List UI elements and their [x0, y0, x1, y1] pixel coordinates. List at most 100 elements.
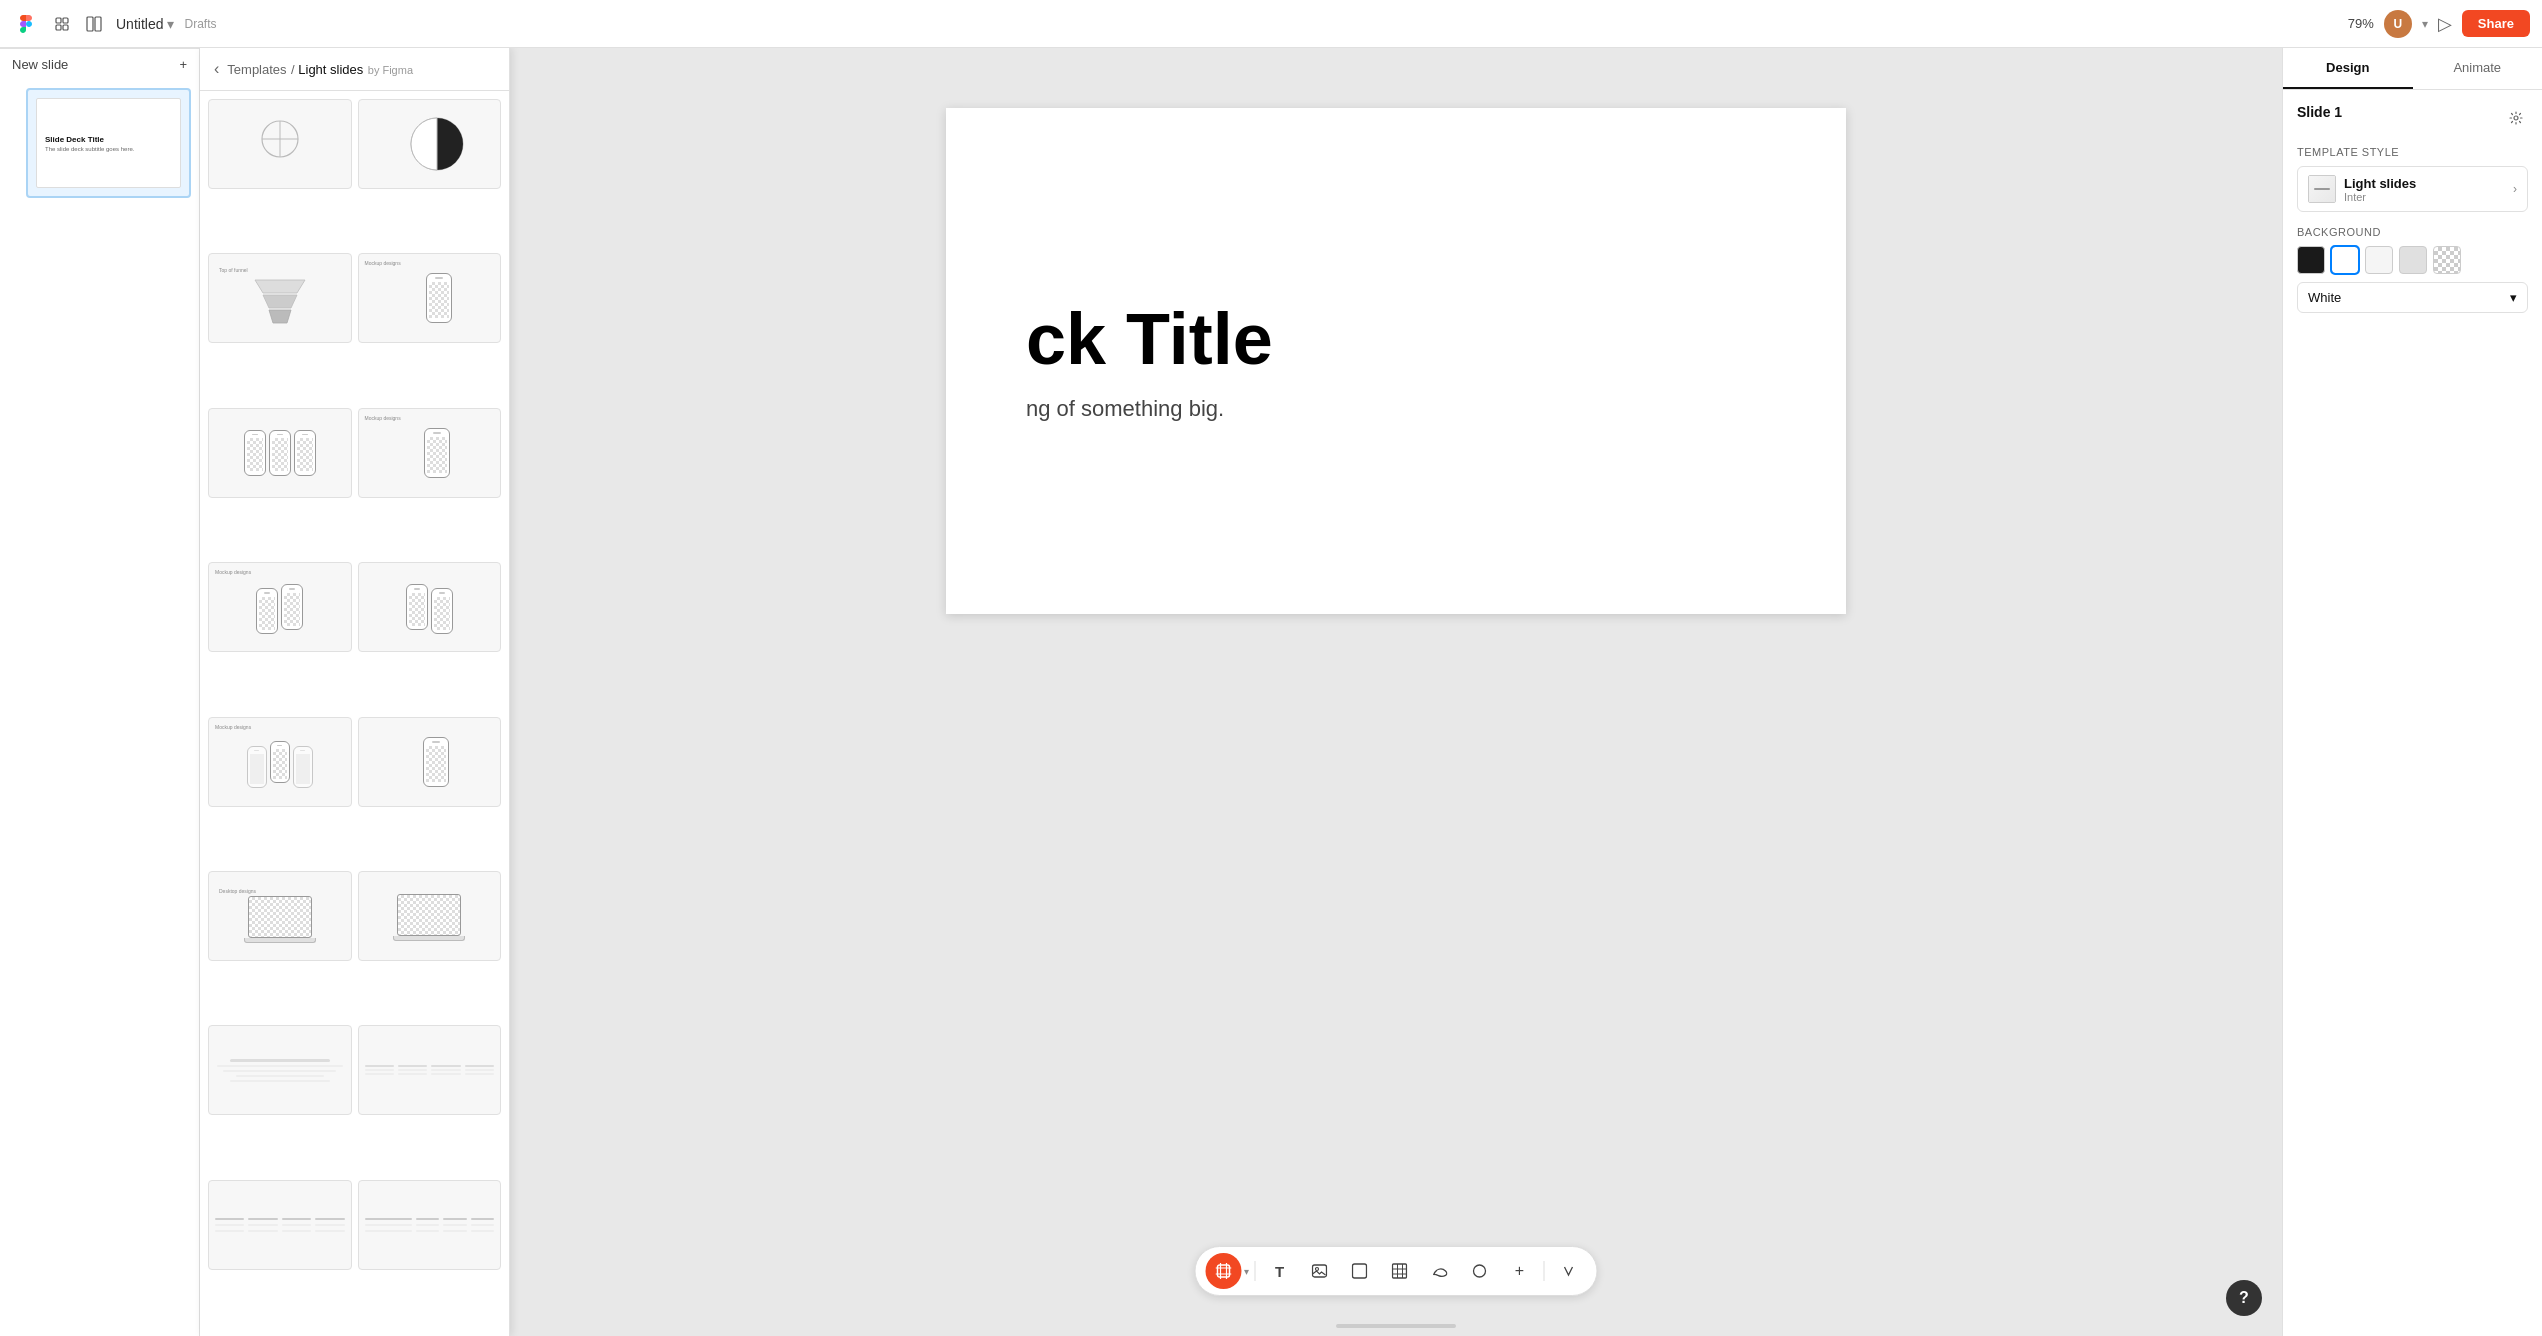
slide-canvas[interactable]: ck Title ng of something big. — [946, 108, 1846, 614]
tmpl-circle-half — [359, 100, 501, 188]
tmpl-phone-single: Mockup designs — [359, 254, 501, 342]
templates-grid: Top of funnel Mockup designs — [200, 91, 509, 1336]
template-item[interactable]: Desktop designs — [208, 871, 352, 961]
template-item[interactable] — [358, 871, 502, 961]
template-name: Light slides — [2344, 176, 2505, 191]
slide-thumbnail[interactable]: Slide Deck Title The slide deck subtitle… — [26, 88, 191, 198]
toolbar-separator-2 — [1544, 1261, 1545, 1281]
template-item[interactable]: Mockup designs — [358, 253, 502, 343]
avatar-chevron[interactable]: ▾ — [2422, 17, 2428, 31]
breadcrumb-current: Light slides — [298, 62, 363, 77]
tmpl-laptop-v2 — [359, 872, 501, 960]
background-value: White — [2308, 290, 2341, 305]
slide-subtitle: ng of something big. — [1026, 396, 1273, 422]
image-tool-button[interactable] — [1302, 1253, 1338, 1289]
template-item[interactable]: Mockup designs — [208, 562, 352, 652]
share-button[interactable]: Share — [2462, 10, 2530, 37]
template-style-selector[interactable]: Light slides Inter › — [2297, 166, 2528, 212]
template-item[interactable] — [358, 99, 502, 189]
template-item[interactable] — [208, 1025, 352, 1115]
back-button[interactable]: ‹ — [214, 60, 219, 78]
tmpl-two-phones: Mockup designs — [209, 563, 351, 651]
bg-swatch-custom[interactable] — [2433, 246, 2461, 274]
template-item[interactable] — [208, 99, 352, 189]
svg-marker-11 — [263, 295, 297, 308]
pen-tool-button[interactable] — [1422, 1253, 1458, 1289]
slide-content: ck Title ng of something big. — [1026, 300, 1273, 421]
tmpl-funnel: Top of funnel — [209, 254, 351, 342]
slide-section-label: Slide 1 — [2297, 104, 2342, 120]
svg-rect-21 — [1393, 1264, 1407, 1278]
file-location: Drafts — [184, 17, 216, 31]
frame-tool-button[interactable] — [1206, 1253, 1242, 1289]
template-chevron-icon: › — [2513, 182, 2517, 196]
tmpl-three-phones-v2: Mockup designs — [209, 718, 351, 806]
template-item[interactable] — [358, 1180, 502, 1270]
bg-swatch-white[interactable] — [2331, 246, 2359, 274]
right-panel-body: Slide 1 Template style Light slide — [2283, 90, 2542, 1336]
grid-icon[interactable] — [80, 10, 108, 38]
tmpl-phone-right: Mockup designs — [359, 409, 501, 497]
tab-design[interactable]: Design — [2283, 48, 2413, 89]
background-swatches — [2297, 246, 2528, 274]
add-element-button[interactable]: + — [1502, 1253, 1538, 1289]
template-style-section-label: Template style — [2297, 146, 2528, 158]
tmpl-data-multi — [359, 1181, 501, 1269]
help-button[interactable]: ? — [2226, 1280, 2262, 1316]
templates-author: by Figma — [368, 64, 413, 76]
right-panel-tabs: Design Animate — [2283, 48, 2542, 90]
background-dropdown[interactable]: White ▾ — [2297, 282, 2528, 313]
template-item[interactable] — [208, 408, 352, 498]
slide-settings-button[interactable] — [2504, 106, 2528, 130]
template-item[interactable] — [208, 1180, 352, 1270]
zoom-level[interactable]: 79% — [2348, 16, 2374, 31]
svg-rect-2 — [56, 25, 61, 30]
tmpl-data-cols — [209, 1181, 351, 1269]
template-item[interactable] — [358, 1025, 502, 1115]
layers-icon[interactable] — [48, 10, 76, 38]
text-tool-button[interactable]: T — [1262, 1253, 1298, 1289]
template-item[interactable]: Mockup designs — [208, 717, 352, 807]
slides-panel: New slide + 1 Slide Deck Title The slide… — [0, 48, 200, 1336]
template-item[interactable] — [358, 562, 502, 652]
bg-swatch-light[interactable] — [2365, 246, 2393, 274]
top-bar: Untitled ▾ Drafts 79% U ▾ ▷ Share — [0, 0, 2542, 48]
bg-dropdown-chevron: ▾ — [2510, 290, 2517, 305]
breadcrumb: Templates / Light slides by Figma — [227, 60, 413, 78]
nav-icons — [48, 10, 108, 38]
template-item[interactable]: Mockup designs — [358, 408, 502, 498]
table-tool-button[interactable] — [1382, 1253, 1418, 1289]
svg-marker-12 — [269, 310, 291, 323]
topbar-right: 79% U ▾ ▷ Share — [2348, 10, 2530, 38]
bg-swatch-dark[interactable] — [2297, 246, 2325, 274]
figma-logo[interactable] — [12, 10, 40, 38]
svg-point-26 — [1474, 1265, 1486, 1277]
templates-header: ‹ Templates / Light slides by Figma — [200, 48, 509, 91]
shape-tool-button[interactable] — [1342, 1253, 1378, 1289]
circle-tool-button[interactable] — [1462, 1253, 1498, 1289]
template-font: Inter — [2344, 191, 2505, 203]
tmpl-diagram — [209, 100, 351, 188]
svg-point-19 — [1316, 1268, 1319, 1271]
svg-rect-0 — [56, 18, 61, 23]
tmpl-text-layout — [209, 1026, 351, 1114]
tab-animate[interactable]: Animate — [2413, 48, 2543, 89]
template-item[interactable]: Top of funnel — [208, 253, 352, 343]
template-item[interactable] — [358, 717, 502, 807]
background-section-label: Background — [2297, 226, 2528, 238]
file-title[interactable]: Untitled ▾ — [116, 16, 174, 32]
slide-title: ck Title — [1026, 300, 1273, 379]
bg-swatch-gray[interactable] — [2399, 246, 2427, 274]
main-layout: New slide + 1 Slide Deck Title The slide… — [0, 48, 2542, 1336]
more-tools-button[interactable] — [1551, 1253, 1587, 1289]
right-panel: Design Animate Slide 1 Template style — [2282, 48, 2542, 1336]
slide-thumb-content: Slide Deck Title The slide deck subtitle… — [36, 98, 181, 188]
user-avatar[interactable]: U — [2384, 10, 2412, 38]
template-style-preview — [2308, 175, 2336, 203]
present-button[interactable]: ▷ — [2438, 13, 2452, 35]
tmpl-laptop: Desktop designs — [209, 872, 351, 960]
add-slide-button[interactable]: New slide + — [0, 48, 199, 80]
frame-dropdown-arrow[interactable]: ▾ — [1244, 1266, 1249, 1277]
new-slide-label: New slide — [12, 57, 68, 72]
tmpl-one-phone-right — [359, 718, 501, 806]
